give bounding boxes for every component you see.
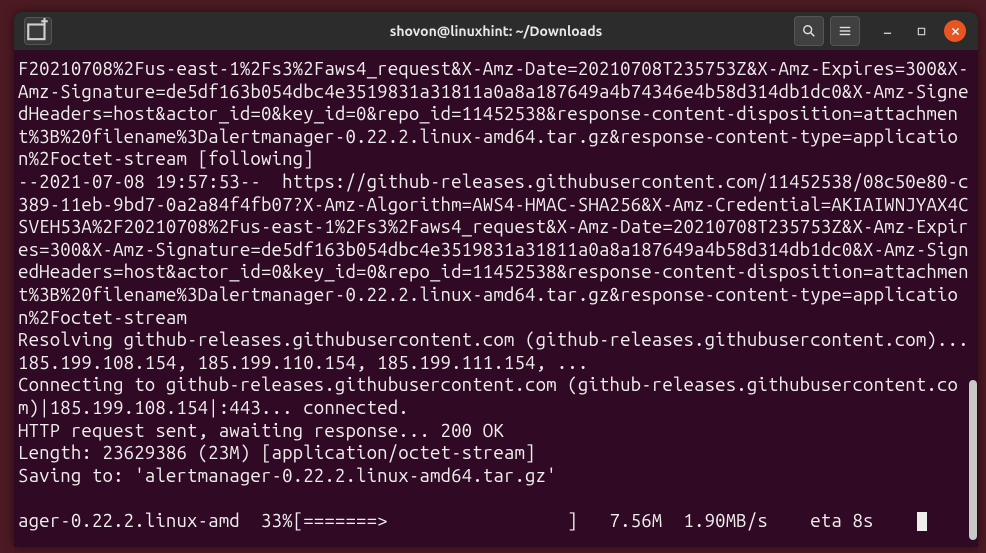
window-controls [876, 20, 966, 42]
titlebar-left [20, 17, 52, 45]
search-icon [802, 24, 816, 38]
minimize-icon [883, 27, 892, 36]
maximize-button[interactable] [910, 20, 932, 42]
cursor [917, 512, 927, 531]
titlebar-right [794, 16, 972, 46]
terminal-body[interactable]: F20210708%2Fus-east-1%2Fs3%2Faws4_reques… [14, 50, 978, 547]
minimize-button[interactable] [876, 20, 898, 42]
new-tab-button[interactable] [24, 17, 52, 45]
hamburger-icon [838, 24, 852, 38]
scrollbar-thumb[interactable] [969, 380, 977, 540]
terminal-output: F20210708%2Fus-east-1%2Fs3%2Faws4_reques… [18, 58, 974, 532]
terminal-window: shovon@linuxhint: ~/Downloads [14, 12, 978, 547]
search-button[interactable] [794, 16, 824, 46]
menu-button[interactable] [830, 16, 860, 46]
titlebar: shovon@linuxhint: ~/Downloads [14, 12, 978, 50]
close-icon [951, 27, 960, 36]
new-tab-icon [25, 18, 51, 44]
scrollbar[interactable] [969, 50, 977, 547]
close-button[interactable] [944, 20, 966, 42]
maximize-icon [917, 27, 926, 36]
